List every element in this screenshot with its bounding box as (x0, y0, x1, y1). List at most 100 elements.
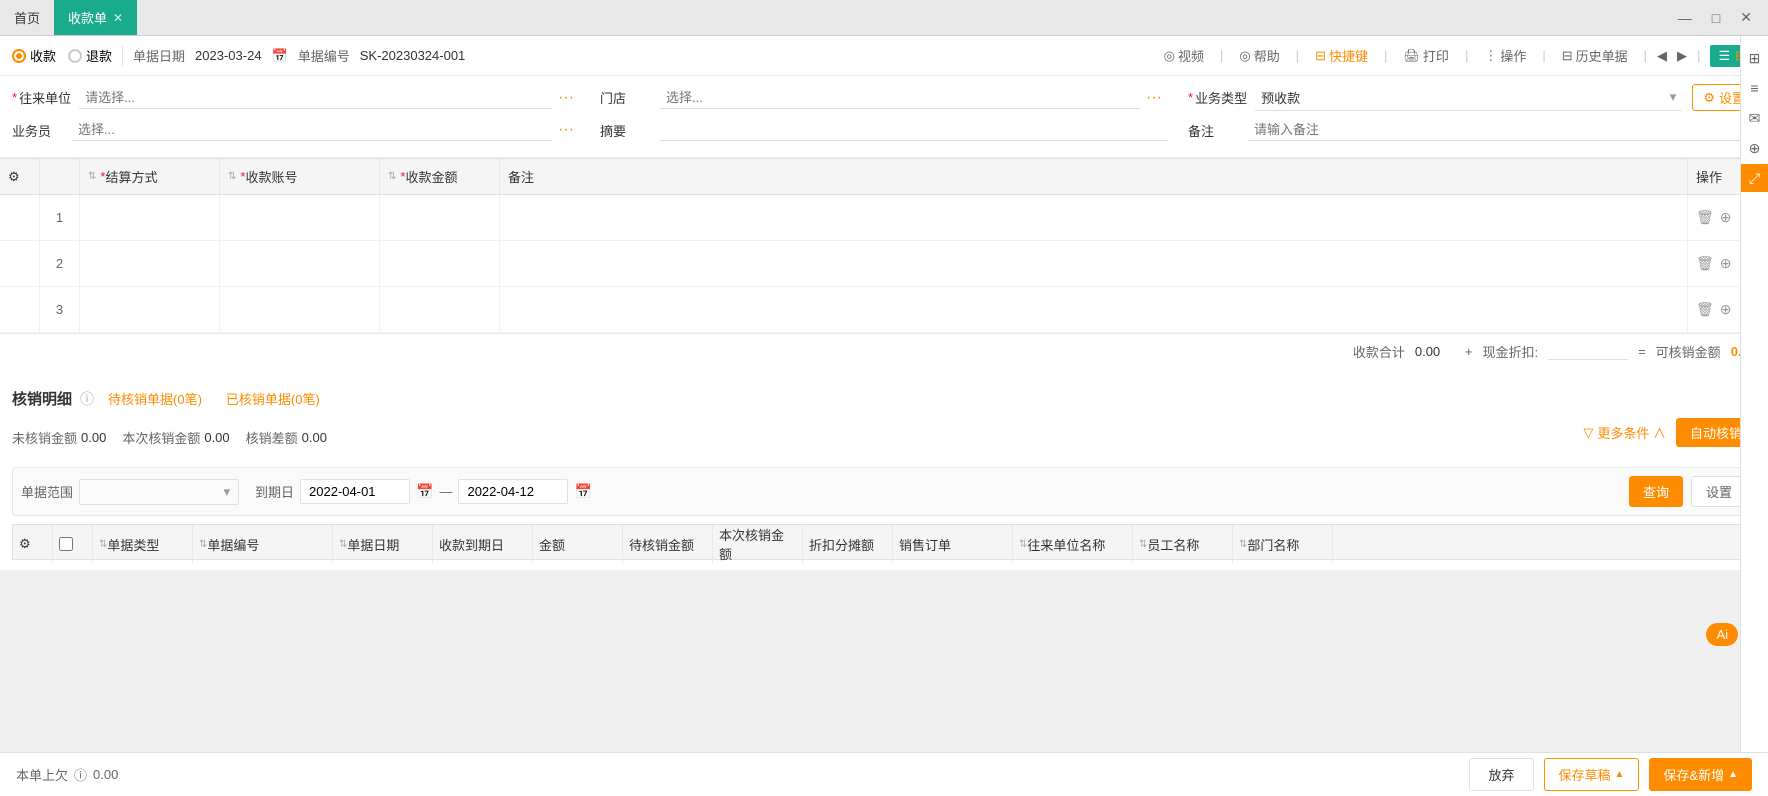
cell-remark-1[interactable] (500, 195, 1688, 240)
cell-account-1[interactable] (220, 195, 380, 240)
sidebar-mail-icon[interactable]: ✉ (1741, 104, 1768, 132)
gear-icon[interactable]: ⚙ (8, 169, 20, 185)
date-from-input[interactable] (300, 479, 410, 504)
summary-input[interactable] (660, 119, 1168, 141)
radio-receipt[interactable]: 收款 (12, 46, 56, 65)
shop-input[interactable] (660, 87, 1140, 109)
delete-icon-3[interactable]: 🗑 (1696, 301, 1714, 318)
stat-thiswriteoff-label: 本次核销金额 (122, 428, 200, 447)
remark-input-3[interactable] (508, 302, 1679, 317)
cell-settle-2[interactable] (80, 241, 220, 286)
remark-input[interactable] (1248, 119, 1756, 141)
sidebar-list-icon[interactable]: ≡ (1741, 74, 1768, 102)
amount-info-icon[interactable]: ⓘ (74, 765, 87, 784)
select-all-checkbox[interactable] (59, 537, 73, 551)
shortcut-btn[interactable]: ⊟ 快捷键 (1309, 44, 1374, 67)
remark-input-2[interactable] (508, 256, 1679, 271)
settle-input-1[interactable] (88, 210, 211, 225)
shop-field: 门店 ··· (600, 87, 1168, 109)
nav-left-icon[interactable]: ◀ (1657, 48, 1667, 64)
amount-input-3[interactable] (388, 302, 491, 317)
chevron-down-icon: ▾ (1670, 89, 1677, 105)
print-btn[interactable]: 🖨 打印 (1397, 44, 1455, 67)
cell-account-2[interactable] (220, 241, 380, 286)
help-btn[interactable]: ◎ 帮助 (1233, 44, 1285, 67)
tab-close-icon[interactable]: ✕ (113, 11, 123, 25)
shop-more-icon[interactable]: ··· (1140, 89, 1168, 107)
info-icon[interactable]: ⓘ (80, 389, 94, 409)
sidebar-clip-icon[interactable]: ⊕ (1741, 134, 1768, 162)
stat-diff-label: 核销差额 (246, 428, 298, 447)
bt-gear-icon[interactable]: ⚙ (19, 536, 31, 552)
btcol-checkbox[interactable] (53, 525, 93, 563)
radio-refund[interactable]: 退款 (68, 46, 112, 65)
account-input-2[interactable] (228, 256, 371, 271)
tab-home[interactable]: 首页 (0, 0, 54, 35)
cell-settle-1[interactable] (80, 195, 220, 240)
sidebar-table-icon[interactable]: ⊞ (1741, 44, 1768, 72)
range-select[interactable]: ▾ (79, 479, 239, 505)
cell-settings-3 (0, 287, 40, 332)
cell-amount-3[interactable] (380, 287, 500, 332)
cell-remark-2[interactable] (500, 241, 1688, 286)
biz-type-value: 预收款 (1261, 88, 1666, 107)
counterpart-more-icon[interactable]: ··· (552, 89, 580, 107)
settle-input-3[interactable] (88, 302, 211, 317)
bill-no-value[interactable]: SK-20230324-001 (360, 48, 466, 63)
account-input-1[interactable] (228, 210, 371, 225)
col-amount: ⇅ * 收款金额 (380, 159, 500, 194)
biz-type-select[interactable]: 预收款 ▾ (1255, 85, 1682, 111)
filter-icon: ▽ (1583, 425, 1593, 441)
done-tab[interactable]: 已核销单据(0笔) (220, 387, 326, 410)
query-button[interactable]: 查询 (1629, 476, 1683, 507)
abandon-button[interactable]: 放弃 (1469, 758, 1533, 791)
account-input-3[interactable] (228, 302, 371, 317)
cell-remark-3[interactable] (500, 287, 1688, 332)
settle-input-2[interactable] (88, 256, 211, 271)
copy-icon-1[interactable]: ⊕ (1720, 209, 1732, 226)
equals-label: = (1638, 344, 1646, 359)
save-button[interactable]: 保存&新增 ▲ (1649, 758, 1752, 791)
history-btn[interactable]: ⊟ 历史单据 (1556, 44, 1634, 67)
history-label: 历史单据 (1576, 46, 1628, 65)
calendar-icon[interactable]: 📅 (272, 48, 288, 64)
cell-amount-1[interactable] (380, 195, 500, 240)
cell-settle-3[interactable] (80, 287, 220, 332)
nav-right-icon[interactable]: ▶ (1677, 48, 1687, 64)
maximize-btn[interactable]: □ (1706, 8, 1726, 28)
bill-date-value[interactable]: 2023-03-24 (195, 48, 262, 63)
cell-account-3[interactable] (220, 287, 380, 332)
counterpart-input[interactable] (79, 87, 552, 109)
delete-icon-2[interactable]: 🗑 (1696, 255, 1714, 272)
operate-btn[interactable]: ⋮ 操作 (1478, 44, 1532, 67)
date-to-input[interactable] (458, 479, 568, 504)
cell-amount-2[interactable] (380, 241, 500, 286)
col-settings[interactable]: ⚙ (0, 159, 40, 194)
save-arrow-icon: ▲ (1728, 769, 1738, 780)
pending-tab[interactable]: 待核销单据(0笔) (102, 387, 208, 410)
copy-icon-2[interactable]: ⊕ (1720, 255, 1732, 272)
draft-button[interactable]: 保存草稿 ▲ (1544, 758, 1640, 791)
copy-icon-3[interactable]: ⊕ (1720, 301, 1732, 318)
cal-to-icon[interactable]: 📅 (574, 483, 591, 500)
salesperson-more-icon[interactable]: ··· (552, 121, 580, 139)
writeoff-section: 核销明细 ⓘ 待核销单据(0笔) 已核销单据(0笔) 未核销金额 0.00 本次… (0, 377, 1768, 570)
cal-from-icon[interactable]: 📅 (416, 483, 433, 500)
settings-button-small[interactable]: 设置 (1691, 476, 1747, 507)
salesperson-input[interactable] (72, 119, 552, 141)
sort-icon-settle: ⇅ (88, 171, 96, 182)
video-btn[interactable]: ◎ 视频 (1158, 44, 1210, 67)
discount-input[interactable] (1548, 344, 1628, 360)
amount-input-1[interactable] (388, 210, 491, 225)
remark-input-1[interactable] (508, 210, 1679, 225)
amount-input-2[interactable] (388, 256, 491, 271)
minimize-btn[interactable]: — (1672, 8, 1698, 28)
more-conditions-btn[interactable]: ▽ 更多条件 ∧ (1583, 423, 1666, 442)
tab-receipt[interactable]: 收款单 ✕ (54, 0, 137, 35)
table-row: 1 🗑 ⊕ (0, 195, 1768, 241)
ai-badge[interactable]: Ai (1706, 623, 1738, 646)
btcol-gear[interactable]: ⚙ (13, 525, 53, 563)
close-btn[interactable]: ✕ (1734, 7, 1758, 28)
delete-icon-1[interactable]: 🗑 (1696, 209, 1714, 226)
sidebar-expand-icon[interactable]: ⤢ (1741, 164, 1768, 192)
